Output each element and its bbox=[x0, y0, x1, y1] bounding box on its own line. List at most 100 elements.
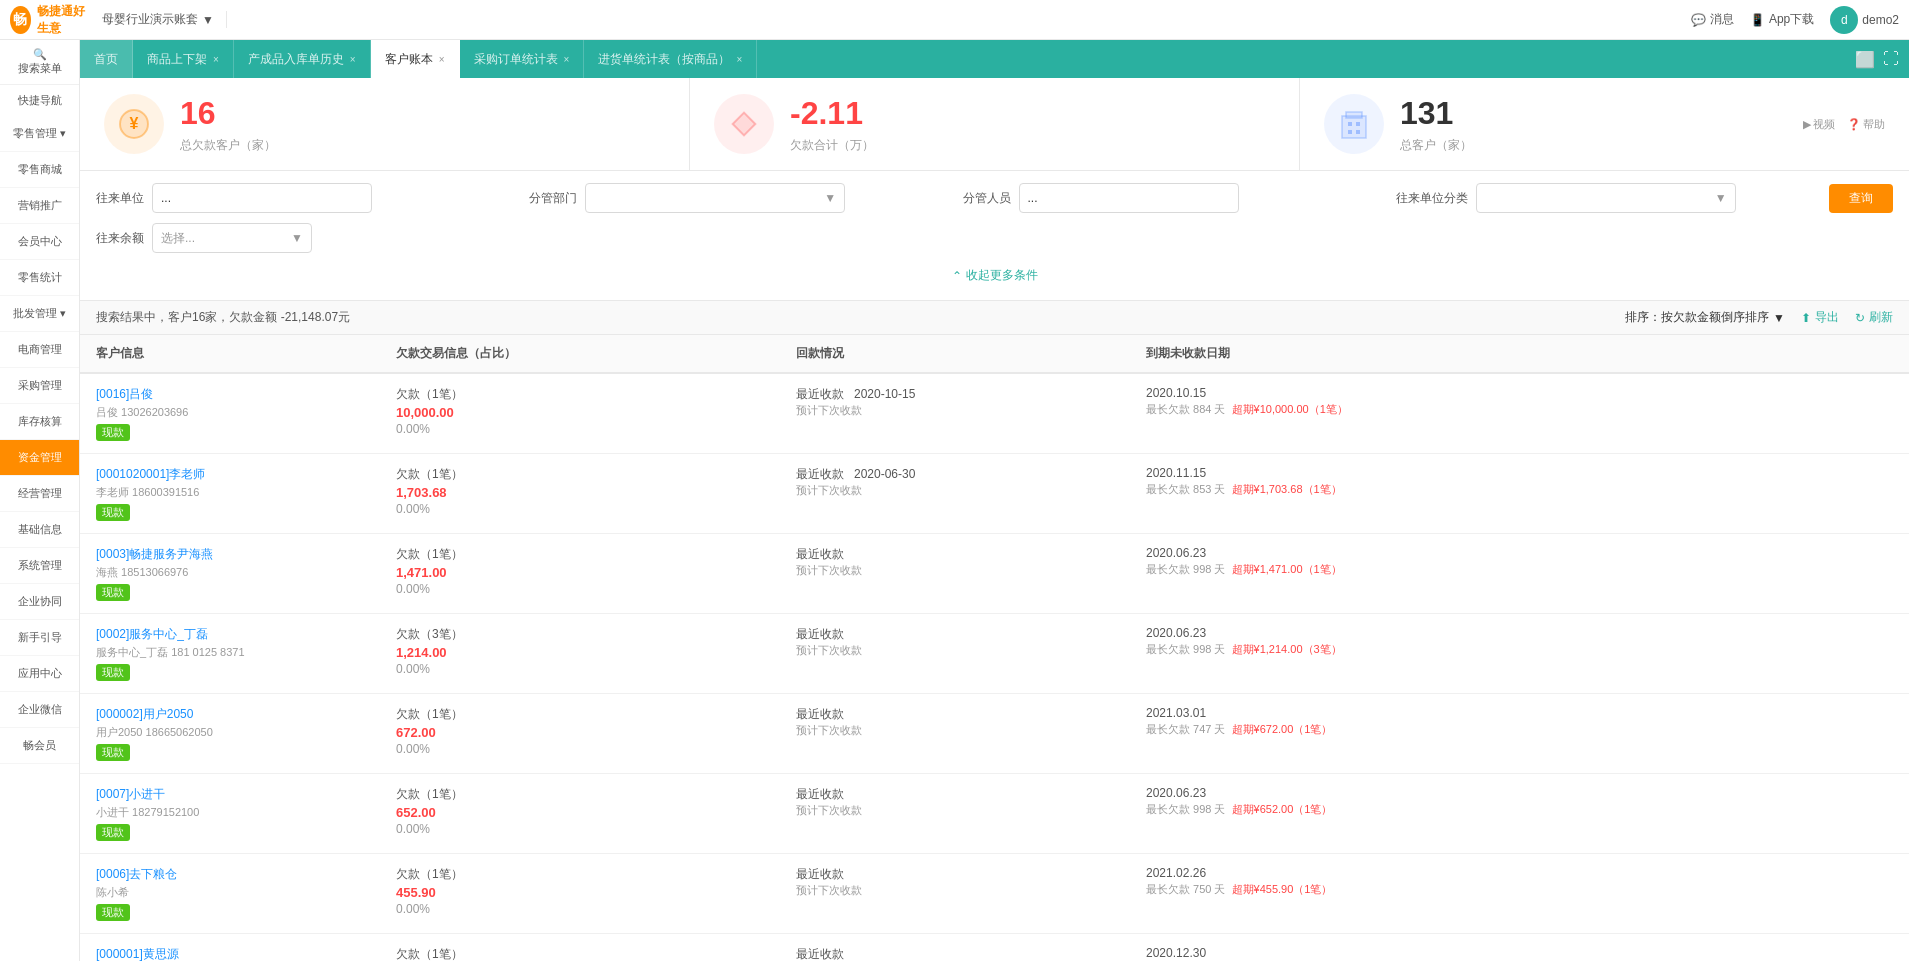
sidebar-search[interactable]: 🔍 搜索菜单 bbox=[0, 40, 79, 85]
tab-customer-account[interactable]: 客户账本 × bbox=[371, 40, 460, 78]
results-actions: 排序：按欠款金额倒序排序 ▼ ⬆ 导出 ↻ 刷新 bbox=[1625, 309, 1893, 326]
app-download-button[interactable]: 📱 App下载 bbox=[1750, 11, 1814, 28]
overdue-cell-5: 2020.06.23 最长欠款 998 天 超期¥652.00（1笔） bbox=[1146, 786, 1893, 817]
table-body: [0016]吕俊 吕俊 13026203696 现款 欠款（1笔） 10,000… bbox=[80, 374, 1909, 961]
debt-amount-6[interactable]: 455.90 bbox=[396, 885, 796, 900]
customer-cell-1: [0001020001]李老师 李老师 18600391516 现款 bbox=[96, 466, 396, 521]
sidebar-item-retail-mall[interactable]: 零售商城 bbox=[0, 152, 79, 188]
stat-label-total-customers: 总客户（家） bbox=[1400, 137, 1787, 154]
overdue-link-5[interactable]: 超期¥652.00（1笔） bbox=[1232, 803, 1333, 815]
sidebar-item-ecommerce[interactable]: 电商管理 bbox=[0, 332, 79, 368]
customer-link-5[interactable]: [0007]小进干 bbox=[96, 787, 165, 801]
dept-select[interactable]: ▼ bbox=[585, 183, 845, 213]
overdue-link-1[interactable]: 超期¥1,703.68（1笔） bbox=[1232, 483, 1342, 495]
sidebar-item-business[interactable]: 经营管理 bbox=[0, 476, 79, 512]
manager-input[interactable]: ... bbox=[1019, 183, 1239, 213]
sidebar-item-enterprise[interactable]: 企业协同 bbox=[0, 584, 79, 620]
tab-product-offline[interactable]: 商品上下架 × bbox=[133, 40, 234, 78]
return-date-6: 最近收款 bbox=[796, 866, 1146, 883]
tab-bar-right: ⬜ ⛶ bbox=[1845, 50, 1909, 69]
tab-purchase-order[interactable]: 采购订单统计表 × bbox=[460, 40, 585, 78]
debt-amount-4[interactable]: 672.00 bbox=[396, 725, 796, 740]
store-selector[interactable]: 母婴行业演示账套 ▼ bbox=[90, 11, 227, 28]
debt-amount-2[interactable]: 1,471.00 bbox=[396, 565, 796, 580]
user-menu[interactable]: d demo2 bbox=[1830, 6, 1899, 34]
debt-amount-5[interactable]: 652.00 bbox=[396, 805, 796, 820]
customer-link-0[interactable]: [0016]吕俊 bbox=[96, 387, 153, 401]
debt-amount-3[interactable]: 1,214.00 bbox=[396, 645, 796, 660]
sidebar-item-retail-stats[interactable]: 零售统计 bbox=[0, 260, 79, 296]
tab-close-icon[interactable]: × bbox=[564, 54, 570, 65]
debt-amount-1[interactable]: 1,703.68 bbox=[396, 485, 796, 500]
refresh-button[interactable]: ↻ 刷新 bbox=[1855, 309, 1893, 326]
customer-link-3[interactable]: [0002]服务中心_丁磊 bbox=[96, 627, 208, 641]
sidebar-item-inventory[interactable]: 库存核算 bbox=[0, 404, 79, 440]
customer-link-4[interactable]: [000002]用户2050 bbox=[96, 707, 193, 721]
export-button[interactable]: ⬆ 导出 bbox=[1801, 309, 1839, 326]
manager-placeholder: ... bbox=[1028, 191, 1038, 205]
tab-close-icon[interactable]: × bbox=[439, 54, 445, 65]
video-action[interactable]: ▶ 视频 bbox=[1803, 117, 1835, 132]
sidebar-item-newguide[interactable]: 新手引导 bbox=[0, 620, 79, 656]
debt-count-7: 欠款（1笔） bbox=[396, 946, 796, 961]
customer-link-7[interactable]: [000001]黄思源 bbox=[96, 947, 179, 961]
filter-dept: 分管部门 ▼ bbox=[529, 183, 950, 213]
debt-percent-1: 0.00% bbox=[396, 502, 796, 516]
filter-row-2: 往来余额 选择... ▼ bbox=[96, 223, 1893, 253]
tab-product-history[interactable]: 产成品入库单历史 × bbox=[234, 40, 371, 78]
dept-arrow: ▼ bbox=[824, 191, 836, 205]
table-header: 客户信息 欠款交易信息（占比） 回款情况 到期未收款日期 bbox=[80, 335, 1909, 374]
collapse-button[interactable]: ⌃ 收起更多条件 bbox=[96, 263, 1893, 288]
sidebar-item-retail-mgmt[interactable]: 零售管理 ▾ bbox=[0, 116, 79, 152]
customer-link-1[interactable]: [0001020001]李老师 bbox=[96, 467, 205, 481]
sidebar-item-batch-mgmt[interactable]: 批发管理 ▾ bbox=[0, 296, 79, 332]
sort-select[interactable]: 排序：按欠款金额倒序排序 ▼ bbox=[1625, 309, 1785, 326]
tab-purchase-stats[interactable]: 进货单统计表（按商品） × bbox=[584, 40, 757, 78]
stat-label-debt-total: 欠款合计（万） bbox=[790, 137, 1275, 154]
unit-type-select[interactable]: ▼ bbox=[1476, 183, 1736, 213]
refresh-label: 刷新 bbox=[1869, 309, 1893, 326]
overdue-link-0[interactable]: 超期¥10,000.00（1笔） bbox=[1232, 403, 1348, 415]
return-cell-4: 最近收款 预计下次收款 bbox=[796, 706, 1146, 738]
tab-close-icon[interactable]: × bbox=[213, 54, 219, 65]
sidebar-item-label: 采购管理 bbox=[18, 379, 62, 391]
sidebar-item-marketing[interactable]: 营销推广 bbox=[0, 188, 79, 224]
overdue-link-3[interactable]: 超期¥1,214.00（3笔） bbox=[1232, 643, 1342, 655]
message-button[interactable]: 💬 消息 bbox=[1691, 11, 1734, 28]
sidebar-item-wechat[interactable]: 企业微信 bbox=[0, 692, 79, 728]
sidebar-quick-nav[interactable]: 快捷导航 bbox=[0, 85, 79, 116]
header-overdue: 到期未收款日期 bbox=[1146, 345, 1893, 362]
overdue-days-3: 最长欠款 998 天 超期¥1,214.00（3笔） bbox=[1146, 642, 1893, 657]
tab-maximize-icon[interactable]: ⛶ bbox=[1883, 50, 1899, 68]
tab-bar: 首页 商品上下架 × 产成品入库单历史 × 客户账本 × 采购订单统计表 × bbox=[80, 40, 1909, 78]
sidebar-item-appcenter[interactable]: 应用中心 bbox=[0, 656, 79, 692]
sidebar-item-basic-info[interactable]: 基础信息 bbox=[0, 512, 79, 548]
tab-close-icon[interactable]: × bbox=[736, 54, 742, 65]
sidebar-item-label: 畅会员 bbox=[23, 739, 56, 751]
overdue-link-6[interactable]: 超期¥455.90（1笔） bbox=[1232, 883, 1333, 895]
return-date-3: 最近收款 bbox=[796, 626, 1146, 643]
overdue-link-4[interactable]: 超期¥672.00（1笔） bbox=[1232, 723, 1333, 735]
sidebar-item-purchase[interactable]: 采购管理 bbox=[0, 368, 79, 404]
overdue-cell-4: 2021.03.01 最长欠款 747 天 超期¥672.00（1笔） bbox=[1146, 706, 1893, 737]
search-button[interactable]: 查询 bbox=[1829, 184, 1893, 213]
tab-minimize-icon[interactable]: ⬜ bbox=[1855, 50, 1875, 69]
balance-select[interactable]: 选择... ▼ bbox=[152, 223, 312, 253]
customer-link-6[interactable]: [0006]去下粮仓 bbox=[96, 867, 177, 881]
svg-rect-6 bbox=[1356, 122, 1360, 126]
sidebar-item-system[interactable]: 系统管理 bbox=[0, 548, 79, 584]
sidebar-item-vip[interactable]: 畅会员 bbox=[0, 728, 79, 764]
source-unit-input[interactable]: ... bbox=[152, 183, 372, 213]
tab-home[interactable]: 首页 bbox=[80, 40, 133, 78]
sidebar-item-member[interactable]: 会员中心 bbox=[0, 224, 79, 260]
customer-cell-4: [000002]用户2050 用户2050 18665062050 现款 bbox=[96, 706, 396, 761]
tab-close-icon[interactable]: × bbox=[350, 54, 356, 65]
sidebar-item-finance[interactable]: 资金管理 bbox=[0, 440, 79, 476]
overdue-link-2[interactable]: 超期¥1,471.00（1笔） bbox=[1232, 563, 1342, 575]
top-bar: 畅 畅捷通好生意 母婴行业演示账套 ▼ 💬 消息 📱 App下载 d demo2 bbox=[0, 0, 1909, 40]
customer-link-2[interactable]: [0003]畅捷服务尹海燕 bbox=[96, 547, 213, 561]
refresh-icon: ↻ bbox=[1855, 311, 1865, 325]
help-action[interactable]: ❓ 帮助 bbox=[1847, 117, 1885, 132]
debt-amount-0[interactable]: 10,000.00 bbox=[396, 405, 796, 420]
customer-tag-1: 现款 bbox=[96, 504, 130, 521]
